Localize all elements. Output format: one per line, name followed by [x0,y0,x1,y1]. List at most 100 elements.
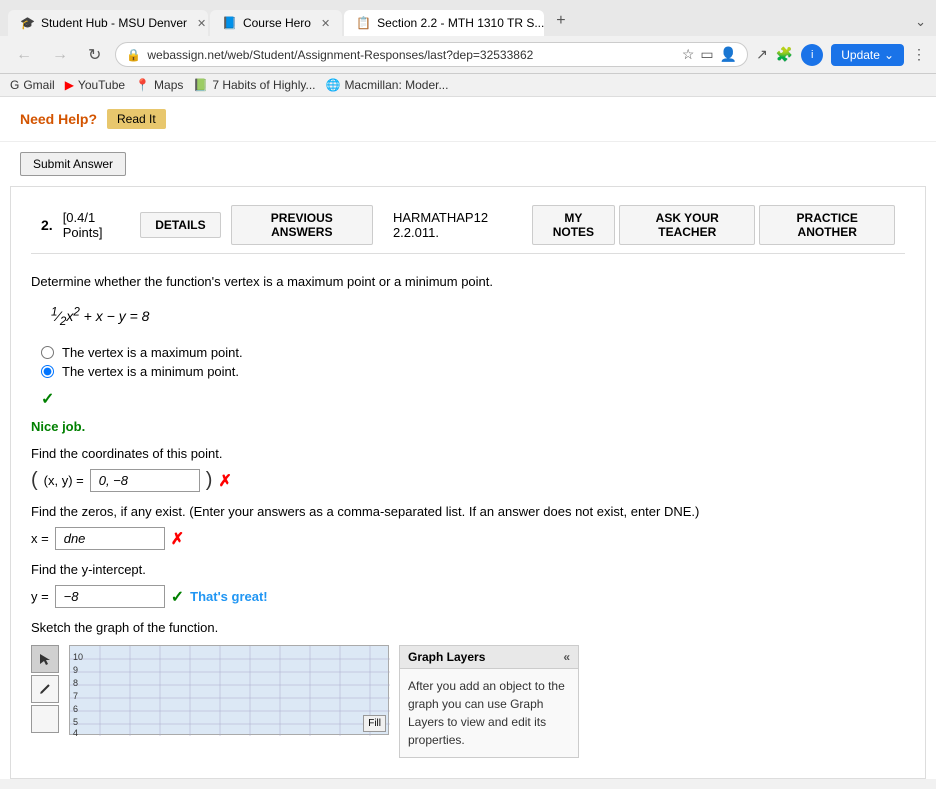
page-content: Need Help? Read It Submit Answer 2. [0.4… [0,97,936,779]
fill-button[interactable]: Fill [363,715,386,732]
submit-section: Submit Answer [0,142,936,186]
maps-icon: 📍 [135,78,150,92]
previous-answers-button[interactable]: PREVIOUS ANSWERS [231,205,373,245]
graph-layers-panel: Graph Layers « After you add an object t… [399,645,579,758]
graph-area: 10 9 8 7 6 5 4 Fill Graph Layers « [31,645,905,758]
bookmark-youtube-label: YouTube [78,78,125,92]
svg-text:10: 10 [73,652,83,662]
graph-tools [31,645,59,758]
graph-layers-body: After you add an object to the graph you… [400,669,578,757]
y-label: y = [31,589,49,604]
need-help-text: Need Help? [20,111,97,127]
menu-icon[interactable]: ⋮ [912,46,926,63]
bookmark-gmail-label: Gmail [23,78,54,92]
read-it-button[interactable]: Read It [107,109,166,129]
extension-icon[interactable]: 🧩 [776,46,793,63]
lock-icon: 🔒 [126,48,141,62]
cursor-tool[interactable] [31,645,59,673]
tab-icon-student-hub: 🎓 [20,16,35,30]
submit-answer-button[interactable]: Submit Answer [20,152,126,176]
profile-icon[interactable]: i [801,44,823,66]
svg-text:6: 6 [73,704,78,714]
tab-section-active[interactable]: 📋 Section 2.2 - MTH 1310 TR S... ✕ [344,10,544,36]
ellipse-tool[interactable] [31,705,59,733]
graph-layers-collapse-button[interactable]: « [563,650,570,664]
youtube-icon: ▶ [65,78,74,92]
tab-close-student-hub[interactable]: ✕ [197,17,206,30]
coordinates-row: ( (x, y) = ) ✗ [31,469,905,492]
radio-maximum[interactable] [41,346,54,359]
graph-svg: 10 9 8 7 6 5 4 [70,646,390,736]
right-paren-icon: ) [206,469,213,492]
address-input[interactable]: 🔒 webassign.net/web/Student/Assignment-R… [115,42,748,67]
radio-feedback-row: ✓ [41,387,905,411]
gmail-icon: G [10,78,19,92]
graph-layers-header: Graph Layers « [400,646,578,669]
find-zeros-label: Find the zeros, if any exist. (Enter you… [31,504,905,519]
nice-job-text: Nice job. [31,419,905,434]
coords-label: (x, y) = [44,473,84,488]
graph-layers-text: After you add an object to the graph you… [408,679,565,747]
zeros-label: x = [31,531,49,546]
ask-teacher-button[interactable]: ASK YOUR TEACHER [619,205,755,245]
details-tab-button[interactable]: DETAILS [140,212,220,238]
question-container: 2. [0.4/1 Points] DETAILS PREVIOUS ANSWE… [10,186,926,779]
update-button[interactable]: Update ⌄ [831,44,904,66]
radio-group: The vertex is a maximum point. The verte… [41,345,905,379]
refresh-button[interactable]: ↻ [82,43,107,67]
bookmark-youtube[interactable]: ▶ YouTube [65,78,125,92]
zeros-feedback-icon: ✗ [171,529,184,549]
macmillan-icon: 🌐 [325,78,340,92]
cast-icon[interactable]: ▭ [700,46,713,63]
address-text: webassign.net/web/Student/Assignment-Res… [147,48,533,62]
tab-close-course-hero[interactable]: ✕ [321,17,330,30]
update-chevron-icon: ⌄ [884,48,894,62]
tab-icon-section: 📋 [356,16,371,30]
zeros-row: x = ✗ [31,527,905,550]
share-icon[interactable]: ↗ [756,46,768,63]
bookmark-7habits[interactable]: 📗 7 Habits of Highly... [193,78,315,92]
feedback-nice: Nice job. [31,419,85,434]
graph-layers-title: Graph Layers [408,650,485,664]
y-feedback-icon: ✓ [171,587,184,607]
tab-label-student-hub: Student Hub - MSU Denver [41,16,187,30]
tab-student-hub[interactable]: 🎓 Student Hub - MSU Denver ✕ [8,10,208,36]
tab-label-course-hero: Course Hero [243,16,311,30]
pencil-tool[interactable] [31,675,59,703]
book-icon: 📗 [193,78,208,92]
graph-canvas[interactable]: 10 9 8 7 6 5 4 Fill [69,645,389,735]
radio-minimum[interactable] [41,365,54,378]
forward-button[interactable]: → [46,44,74,66]
bookmark-gmail[interactable]: G Gmail [10,78,55,92]
bookmark-maps[interactable]: 📍 Maps [135,78,183,92]
y-intercept-row: y = ✓ That's great! [31,585,905,608]
coords-feedback-icon: ✗ [218,471,231,491]
svg-text:8: 8 [73,678,78,688]
radio-maximum-label: The vertex is a maximum point. [62,345,243,360]
question-header: 2. [0.4/1 Points] DETAILS PREVIOUS ANSWE… [31,197,905,254]
zeros-input[interactable] [55,527,165,550]
question-action-buttons: MY NOTES ASK YOUR TEACHER PRACTICE ANOTH… [532,205,895,245]
radio-checkmark-icon: ✓ [41,389,54,409]
feedback-great-text: That's great! [190,589,268,604]
bookmark-star-icon[interactable]: ☆ [682,46,695,63]
svg-text:7: 7 [73,691,78,701]
tab-more-button[interactable]: ⌄ [905,8,936,36]
svg-text:4: 4 [73,728,78,736]
practice-another-button[interactable]: PRACTICE ANOTHER [759,205,895,245]
address-bar: ← → ↻ 🔒 webassign.net/web/Student/Assign… [0,36,936,74]
y-intercept-input[interactable] [55,585,165,608]
radio-item-minimum: The vertex is a minimum point. [41,364,905,379]
my-notes-button[interactable]: MY NOTES [532,205,615,245]
tab-course-hero[interactable]: 📘 Course Hero ✕ [210,10,342,36]
bookmark-macmillan[interactable]: 🌐 Macmillan: Moder... [325,78,448,92]
question-points: [0.4/1 Points] [63,210,131,240]
sketch-label: Sketch the graph of the function. [31,620,905,635]
svg-text:5: 5 [73,717,78,727]
account-icon[interactable]: 👤 [720,46,737,63]
back-button[interactable]: ← [10,44,38,66]
new-tab-button[interactable]: + [546,6,575,36]
coords-input[interactable] [90,469,200,492]
find-coordinates-label: Find the coordinates of this point. [31,446,905,461]
svg-text:9: 9 [73,665,78,675]
